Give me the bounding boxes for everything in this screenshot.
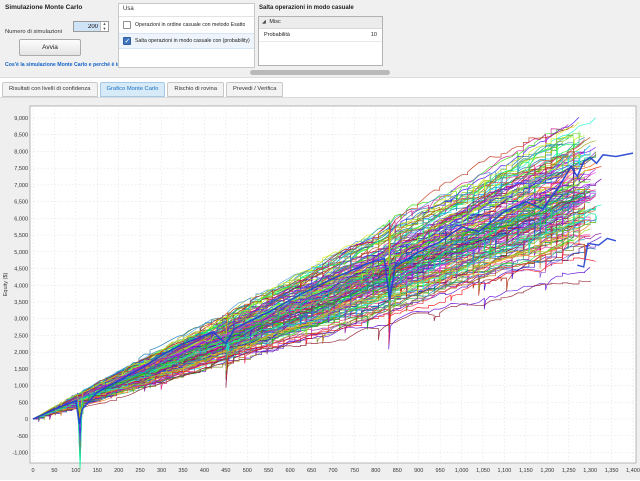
option-skip-random-row[interactable]: Salta operazioni in modo casuale con (pr… — [119, 33, 254, 49]
option-label: Salta operazioni in modo casuale con (pr… — [135, 38, 250, 44]
svg-text:6,000: 6,000 — [14, 216, 28, 222]
svg-text:3,000: 3,000 — [14, 317, 28, 323]
svg-text:7,500: 7,500 — [14, 166, 28, 172]
panel-title: Simulazione Monte Carlo — [5, 4, 83, 11]
svg-text:0: 0 — [31, 468, 34, 474]
num-simulations-stepper[interactable]: ▲ ▼ — [73, 21, 109, 32]
svg-text:650: 650 — [307, 468, 316, 474]
tab-confidence-results[interactable]: Risultati con livelli di confidenza — [2, 82, 98, 97]
svg-text:200: 200 — [114, 468, 123, 474]
horizontal-scrollbar-thumb[interactable] — [250, 70, 390, 75]
tab-monte-carlo-chart[interactable]: Grafico Monte Carlo — [99, 82, 166, 97]
probability-row[interactable]: Probabilità 10 — [259, 29, 382, 42]
svg-text:50: 50 — [51, 468, 57, 474]
skip-settings-title: Salta operazioni in modo casuale — [259, 5, 354, 11]
svg-text:300: 300 — [157, 468, 166, 474]
svg-text:500: 500 — [19, 400, 28, 406]
svg-text:1,500: 1,500 — [14, 367, 28, 373]
top-toolbar: Simulazione Monte Carlo Numero di simula… — [0, 0, 640, 78]
svg-text:6,500: 6,500 — [14, 200, 28, 206]
svg-text:350: 350 — [178, 468, 187, 474]
svg-text:4,000: 4,000 — [14, 283, 28, 289]
skip-random-checkbox[interactable] — [123, 37, 131, 45]
svg-text:2,000: 2,000 — [14, 350, 28, 356]
svg-text:550: 550 — [264, 468, 273, 474]
svg-text:1,100: 1,100 — [498, 468, 512, 474]
svg-text:150: 150 — [93, 468, 102, 474]
num-simulations-label: Numero di simulazioni — [5, 29, 63, 35]
option-label: Operazioni in ordine casuale con metodo … — [135, 22, 246, 28]
svg-text:1,400: 1,400 — [626, 468, 640, 474]
start-button[interactable]: Avvia — [19, 39, 81, 56]
svg-text:1,300: 1,300 — [583, 468, 597, 474]
probability-label: Probabilità — [264, 32, 290, 38]
svg-text:450: 450 — [221, 468, 230, 474]
property-grid: ◢ Misc Probabilità 10 — [258, 16, 383, 66]
svg-text:800: 800 — [371, 468, 380, 474]
svg-text:1,000: 1,000 — [14, 384, 28, 390]
collapse-triangle-icon: ◢ — [262, 19, 266, 25]
monte-carlo-equity-chart: 0 50 100 150 200 250 300 350 400 450 500 550 600 650 7… — [3, 105, 640, 474]
svg-text:950: 950 — [436, 468, 445, 474]
svg-text:8,500: 8,500 — [14, 133, 28, 139]
svg-text:Equity ($): Equity ($) — [3, 273, 9, 297]
svg-text:1,150: 1,150 — [519, 468, 533, 474]
svg-text:500: 500 — [243, 468, 252, 474]
random-order-checkbox[interactable] — [123, 21, 131, 29]
tab-bar: Risultati con livelli di confidenza Graf… — [2, 82, 285, 97]
svg-text:2,500: 2,500 — [14, 333, 28, 339]
svg-text:9,000: 9,000 — [14, 116, 28, 122]
misc-group-label: Misc — [269, 19, 281, 25]
tab-risk-of-ruin[interactable]: Rischio di rovina — [167, 82, 224, 97]
option-random-order-row[interactable]: Operazioni in ordine casuale con metodo … — [119, 17, 254, 33]
svg-text:8,000: 8,000 — [14, 149, 28, 155]
svg-text:900: 900 — [414, 468, 423, 474]
svg-text:600: 600 — [286, 468, 295, 474]
use-options-panel: Usa Operazioni in ordine casuale con met… — [118, 3, 255, 68]
svg-text:3,500: 3,500 — [14, 300, 28, 306]
svg-text:750: 750 — [350, 468, 359, 474]
tab-forecast-verify[interactable]: Prevedi / Verifica — [225, 82, 284, 97]
spinner-down-icon[interactable]: ▼ — [101, 26, 108, 32]
simulation-panel: Simulazione Monte Carlo Numero di simula… — [5, 4, 117, 56]
svg-text:1,050: 1,050 — [476, 468, 490, 474]
misc-group-header[interactable]: ◢ Misc — [259, 17, 382, 29]
svg-text:7,000: 7,000 — [14, 183, 28, 189]
svg-text:5,500: 5,500 — [14, 233, 28, 239]
svg-text:100: 100 — [71, 468, 80, 474]
svg-text:4,500: 4,500 — [14, 267, 28, 273]
probability-value[interactable]: 10 — [371, 32, 377, 38]
skip-settings-panel: Salta operazioni in modo casuale ◢ Misc … — [258, 3, 389, 69]
svg-text:400: 400 — [200, 468, 209, 474]
svg-text:-1,000: -1,000 — [12, 451, 28, 457]
use-options-header: Usa — [119, 4, 254, 17]
svg-text:1,250: 1,250 — [562, 468, 576, 474]
svg-text:1,350: 1,350 — [605, 468, 619, 474]
svg-text:250: 250 — [136, 468, 145, 474]
svg-text:1,200: 1,200 — [540, 468, 554, 474]
svg-text:0: 0 — [25, 417, 28, 423]
svg-text:700: 700 — [328, 468, 337, 474]
svg-text:850: 850 — [393, 468, 402, 474]
svg-text:5,000: 5,000 — [14, 250, 28, 256]
svg-text:-500: -500 — [17, 434, 28, 440]
num-simulations-input[interactable] — [74, 22, 100, 31]
svg-text:1,000: 1,000 — [455, 468, 469, 474]
chart-tab-content: 0 50 100 150 200 250 300 350 400 450 500 550 600 650 7… — [0, 97, 640, 480]
